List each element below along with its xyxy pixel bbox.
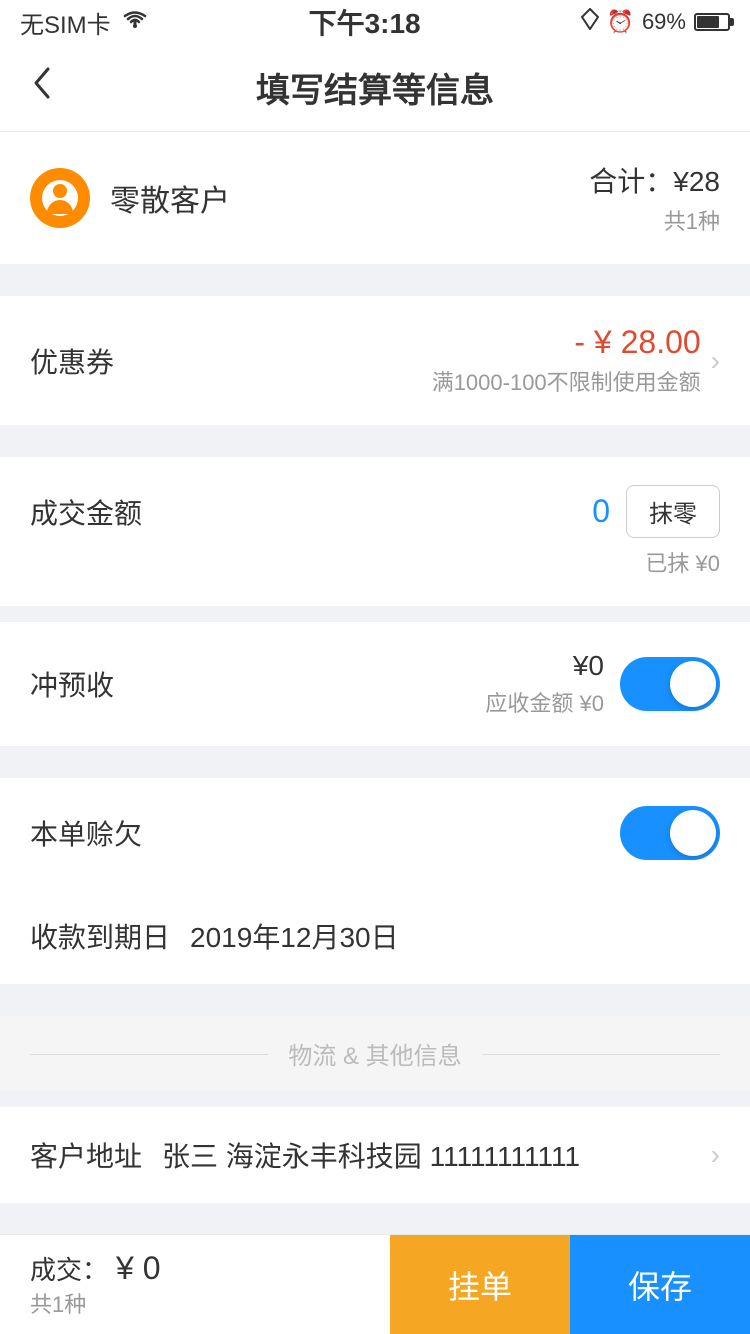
debt-label: 本单赊欠 (30, 813, 142, 853)
customer-section: 零散客户 合计：¥28 共1种 (0, 132, 750, 264)
pre-receipt-amount: ¥0 (485, 650, 604, 682)
battery-text: 69% (642, 9, 686, 35)
divider-label: 物流 & 其他信息 (268, 1036, 481, 1071)
bottom-total-label: 成交： (30, 1250, 108, 1287)
bottom-total: 成交： ¥ 0 共1种 (0, 1250, 390, 1319)
alarm-icon: ⏰ (607, 9, 634, 35)
total-count: 共1种 (589, 204, 720, 236)
debt-section: 本单赊欠 (0, 778, 750, 888)
transaction-section: 成交金额 0 抹零 已抹 ¥0 (0, 457, 750, 606)
due-date-section: 收款到期日 2019年12月30日 (0, 888, 750, 984)
transaction-amount: 0 (592, 493, 610, 530)
address-section[interactable]: 客户地址 张三 海淀永丰科技园 11111111111 › (0, 1107, 750, 1203)
content: 零散客户 合计：¥28 共1种 优惠券 - ¥ 28.00 满1000-100不… (0, 132, 750, 1303)
pre-receipt-toggle[interactable] (620, 657, 720, 711)
status-bar: 无SIM卡 下午3:18 ⏰ 69% (0, 0, 750, 44)
chevron-right-icon: › (711, 345, 720, 377)
status-bar-left: 无SIM卡 (20, 5, 149, 40)
signal-text: 无SIM卡 (20, 5, 111, 40)
back-button[interactable] (30, 65, 52, 110)
pre-receipt-label: 冲预收 (30, 664, 114, 704)
already-rounded-text: 已抹 ¥0 (645, 551, 720, 576)
wifi-icon (121, 8, 149, 36)
receivable-amount: 应收金额 ¥0 (485, 686, 604, 718)
location-icon (581, 8, 599, 36)
total-amount: 合计：¥28 (589, 160, 720, 200)
address-chevron-icon: › (711, 1139, 720, 1171)
due-date-value: 2019年12月30日 (190, 916, 399, 956)
due-date-label: 收款到期日 (30, 916, 170, 956)
page-title: 填写结算等信息 (256, 63, 494, 112)
address-value: 张三 海淀永丰科技园 11111111111 (162, 1135, 711, 1175)
divider-section: 物流 & 其他信息 (0, 1016, 750, 1091)
address-label: 客户地址 (30, 1135, 142, 1175)
save-button[interactable]: 保存 (570, 1235, 750, 1334)
coupon-label: 优惠券 (30, 341, 114, 381)
battery-icon (694, 13, 730, 31)
round-zero-button[interactable]: 抹零 (626, 485, 720, 538)
nav-bar: 填写结算等信息 (0, 44, 750, 132)
bottom-total-amount: ¥ 0 (116, 1250, 160, 1287)
pre-receipt-section: 冲预收 ¥0 应收金额 ¥0 (0, 622, 750, 746)
status-bar-right: ⏰ 69% (581, 8, 730, 36)
coupon-discount: - ¥ 28.00 (432, 324, 701, 361)
bottom-bar: 成交： ¥ 0 共1种 挂单 保存 (0, 1234, 750, 1334)
bottom-total-count: 共1种 (30, 1287, 390, 1319)
coupon-desc: 满1000-100不限制使用金额 (432, 365, 701, 397)
status-bar-time: 下午3:18 (309, 2, 421, 42)
coupon-section[interactable]: 优惠券 - ¥ 28.00 满1000-100不限制使用金额 › (0, 296, 750, 425)
debt-toggle[interactable] (620, 806, 720, 860)
transaction-label: 成交金额 (30, 492, 142, 532)
customer-avatar (30, 168, 90, 228)
customer-name: 零散客户 (110, 176, 230, 220)
pending-button[interactable]: 挂单 (390, 1235, 570, 1334)
